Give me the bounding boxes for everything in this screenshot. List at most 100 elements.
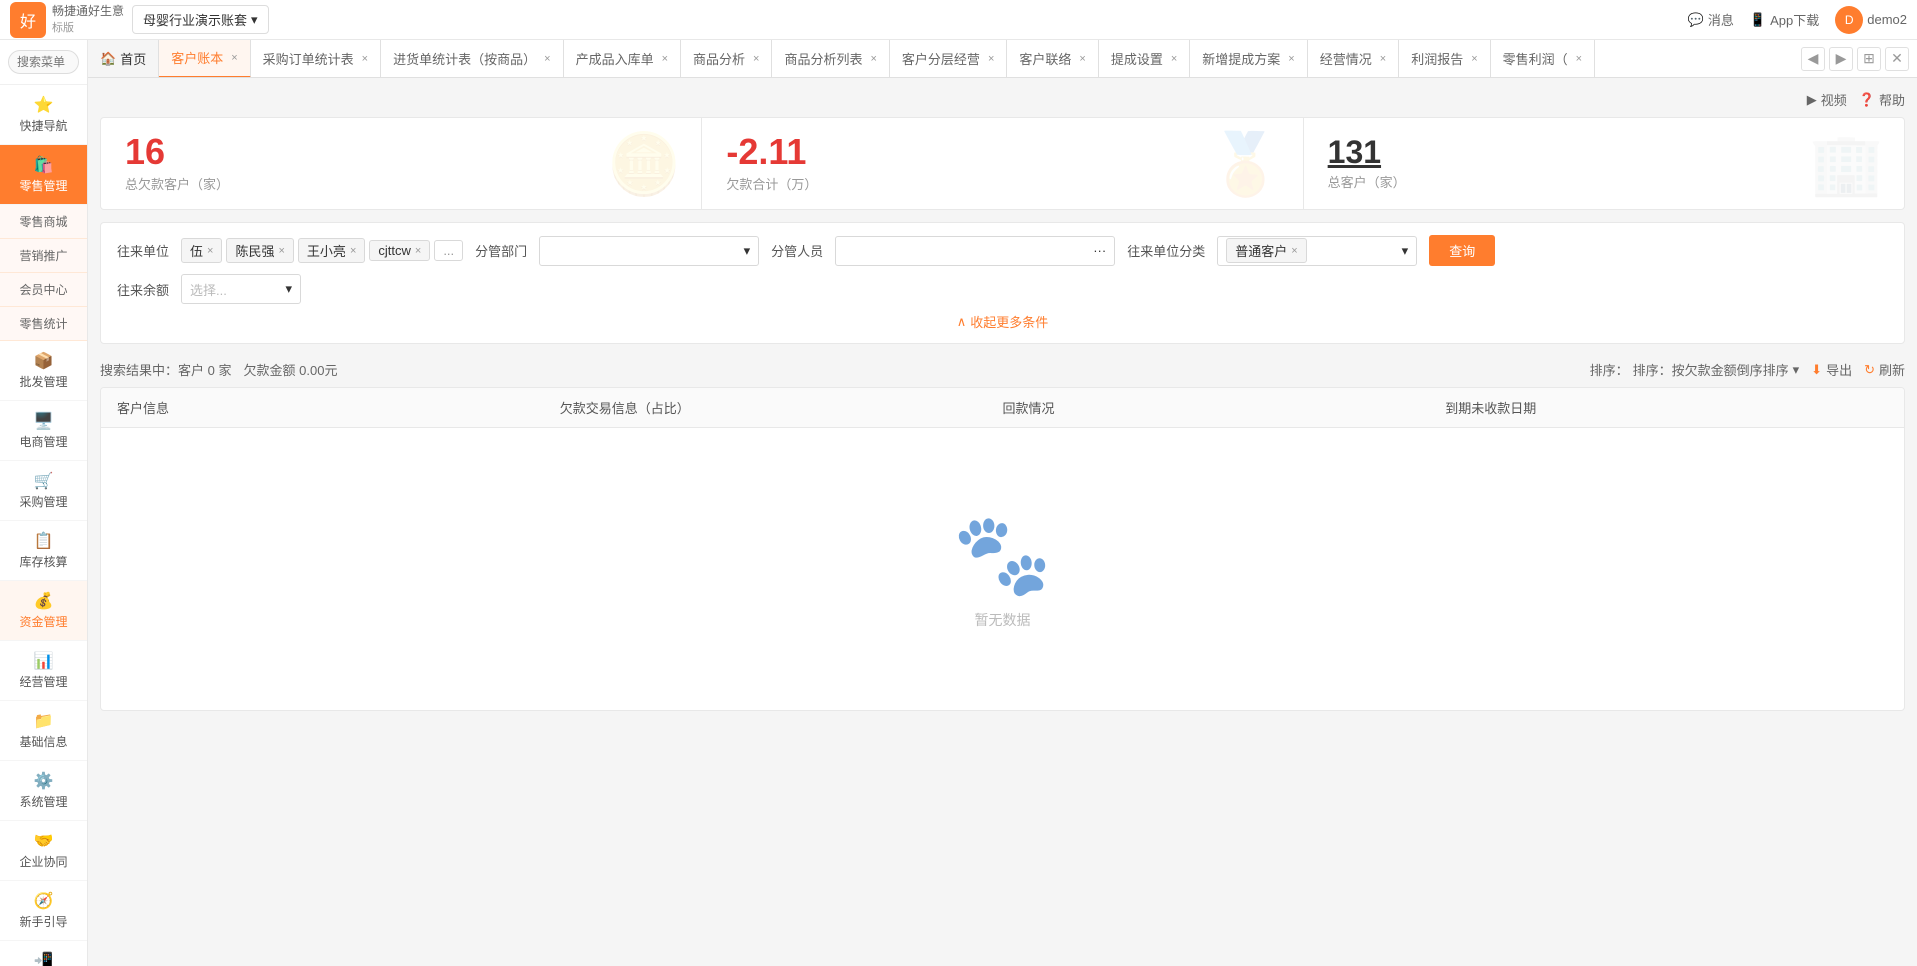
account-selector[interactable]: 母婴行业演示账套 ▾ (132, 5, 269, 34)
stat-value-owed-amount: -2.11 (726, 134, 817, 170)
tab-customer-contact[interactable]: 客户联络 × (1007, 40, 1098, 78)
message-btn[interactable]: 💬 消息 (1688, 10, 1734, 29)
tab-next-btn[interactable]: ▶ (1829, 47, 1853, 71)
sidebar-item-retail-mall[interactable]: 零售商城 (0, 205, 87, 239)
tab-product-analysis-list[interactable]: 商品分析列表 × (772, 40, 889, 78)
tab-product-analysis-close[interactable]: × (753, 53, 759, 65)
sidebar-item-retail-stats[interactable]: 零售统计 (0, 307, 87, 341)
stat-value-total-customers: 131 (1328, 136, 1406, 168)
tab-home-label: 首页 (120, 49, 146, 68)
sidebar-item-inventory[interactable]: 📋 库存核算 (0, 521, 87, 581)
person-select[interactable]: ··· (835, 236, 1115, 266)
result-customer-count: 0 (208, 363, 215, 378)
tab-profit-report[interactable]: 利润报告 × (1399, 40, 1490, 78)
video-icon: ▶ (1807, 92, 1817, 108)
category-tag-1: 普通客户 × (1226, 238, 1306, 263)
tab-accounts[interactable]: 客户账本 × (159, 40, 250, 78)
data-table: 客户信息 欠款交易信息（占比） 回款情况 到期未收款日期 🐾 暂无数据 (100, 387, 1905, 711)
tab-purchase-order-label: 采购订单统计表 (263, 49, 354, 68)
tab-expand-btn[interactable]: ⊞ (1857, 47, 1881, 71)
message-label: 消息 (1708, 10, 1734, 29)
tab-retail-profit[interactable]: 零售利润（ × (1491, 40, 1595, 78)
sidebar-item-marketing[interactable]: 营销推广 (0, 239, 87, 273)
help-icon: ❓ (1859, 92, 1875, 108)
company-tag-2-remove[interactable]: × (278, 245, 284, 257)
department-select[interactable]: ▾ (539, 236, 759, 266)
query-button[interactable]: 查询 (1429, 235, 1495, 266)
tab-operations[interactable]: 经营情况 × (1308, 40, 1399, 78)
tab-customer-contact-label: 客户联络 (1019, 49, 1071, 68)
tab-home[interactable]: 🏠 首页 (88, 40, 159, 78)
category-tags: 普通客户 × (1226, 238, 1401, 263)
sidebar-item-wholesale[interactable]: 📦 批发管理 (0, 341, 87, 401)
help-label: 帮助 (1879, 90, 1905, 109)
tab-product-analysis-list-close[interactable]: × (870, 53, 876, 65)
sort-select[interactable]: 排序： 排序：按欠款金额倒序排序 ▾ (1590, 360, 1800, 379)
sidebar-item-operations[interactable]: 📊 经营管理 (0, 641, 87, 701)
tab-product-inbound-close[interactable]: × (662, 53, 668, 65)
sidebar-item-enterprise-collab[interactable]: 🤝 企业协同 (0, 821, 87, 881)
tab-accounts-close[interactable]: × (231, 52, 237, 64)
tab-product-inbound[interactable]: 产成品入库单 × (564, 40, 681, 78)
tab-purchase-order-close[interactable]: × (362, 53, 368, 65)
tab-product-analysis[interactable]: 商品分析 × (681, 40, 772, 78)
tab-purchase-order[interactable]: 采购订单统计表 × (251, 40, 381, 78)
sidebar-item-purchase[interactable]: 🛒 采购管理 (0, 461, 87, 521)
tab-close-all-btn[interactable]: ✕ (1885, 47, 1909, 71)
tab-profit-report-close[interactable]: × (1471, 53, 1477, 65)
sidebar-item-finance[interactable]: 💰 资金管理 (0, 581, 87, 641)
chevron-down-icon: ▾ (251, 12, 258, 28)
tab-inbound-stats-label: 进货单统计表（按商品） (393, 49, 536, 68)
phone-icon: 📱 (1750, 12, 1766, 28)
category-tag-1-remove[interactable]: × (1291, 245, 1297, 257)
sidebar-item-ecommerce[interactable]: 🖥️ 电商管理 (0, 401, 87, 461)
tab-prev-btn[interactable]: ◀ (1801, 47, 1825, 71)
chevron-down-icon2: ▾ (1402, 243, 1409, 259)
sidebar-label-guide: 新手引导 (19, 913, 67, 930)
company-tag-1-remove[interactable]: × (207, 245, 213, 257)
col-customer-info: 客户信息 (117, 398, 560, 417)
tab-operations-close[interactable]: × (1380, 53, 1386, 65)
help-btn[interactable]: ❓ 帮助 (1859, 90, 1905, 109)
sidebar-item-app-center[interactable]: 📲 应用中心 (0, 941, 87, 966)
export-btn[interactable]: ⬇ 导出 (1811, 360, 1852, 379)
sidebar-item-member[interactable]: 会员中心 (0, 273, 87, 307)
company-more-btn[interactable]: ... (434, 240, 463, 261)
company-tag-3-remove[interactable]: × (350, 245, 356, 257)
sidebar-label-purchase: 采购管理 (19, 493, 67, 510)
refresh-btn[interactable]: ↻ 刷新 (1864, 360, 1905, 379)
user-menu[interactable]: D demo2 (1835, 6, 1907, 34)
tab-promotion-settings[interactable]: 提成设置 × (1099, 40, 1190, 78)
tab-inbound-stats-close[interactable]: × (544, 53, 550, 65)
balance-select[interactable]: 选择... ▾ (181, 274, 301, 304)
video-help-btn[interactable]: ▶ 视频 (1807, 90, 1847, 109)
sidebar-item-retail-mgmt[interactable]: 🛍️ 零售管理 (0, 145, 87, 205)
tab-customer-contact-close[interactable]: × (1079, 53, 1085, 65)
stat-info-total: 131 总客户（家） (1328, 136, 1406, 191)
sidebar-label-collab: 企业协同 (19, 853, 67, 870)
collapse-btn[interactable]: ∧ 收起更多条件 (957, 312, 1049, 331)
sidebar-item-system[interactable]: ⚙️ 系统管理 (0, 761, 87, 821)
tab-promotion-settings-close[interactable]: × (1171, 53, 1177, 65)
tab-customer-segment-close[interactable]: × (988, 53, 994, 65)
tab-inbound-stats[interactable]: 进货单统计表（按商品） × (381, 40, 563, 78)
tab-customer-segment[interactable]: 客户分层经营 × (890, 40, 1007, 78)
export-label: 导出 (1826, 360, 1852, 379)
sidebar-item-new-guide[interactable]: 🧭 新手引导 (0, 881, 87, 941)
sidebar-item-basic[interactable]: 📁 基础信息 (0, 701, 87, 761)
company-tag-1: 伍 × (181, 238, 222, 263)
company-tag-4-remove[interactable]: × (415, 245, 421, 257)
search-input[interactable] (8, 50, 79, 74)
message-icon: 💬 (1688, 12, 1704, 28)
logo-subtitle: 标版 (52, 19, 124, 35)
category-select[interactable]: 普通客户 × ▾ (1217, 236, 1417, 266)
tab-new-promotion[interactable]: 新增提成方案 × (1190, 40, 1307, 78)
sidebar-label-ecommerce: 电商管理 (19, 433, 67, 450)
tab-new-promotion-close[interactable]: × (1288, 53, 1294, 65)
app-download-btn[interactable]: 📱 App下载 (1750, 10, 1819, 29)
result-customer-unit: 家 (219, 363, 232, 378)
tab-retail-profit-close[interactable]: × (1576, 53, 1582, 65)
tab-retail-profit-label: 零售利润（ (1503, 49, 1568, 68)
result-bar-right: 排序： 排序：按欠款金额倒序排序 ▾ ⬇ 导出 ↻ 刷新 (1590, 360, 1905, 379)
sidebar-item-quick-nav[interactable]: ⭐ 快捷导航 (0, 85, 87, 145)
